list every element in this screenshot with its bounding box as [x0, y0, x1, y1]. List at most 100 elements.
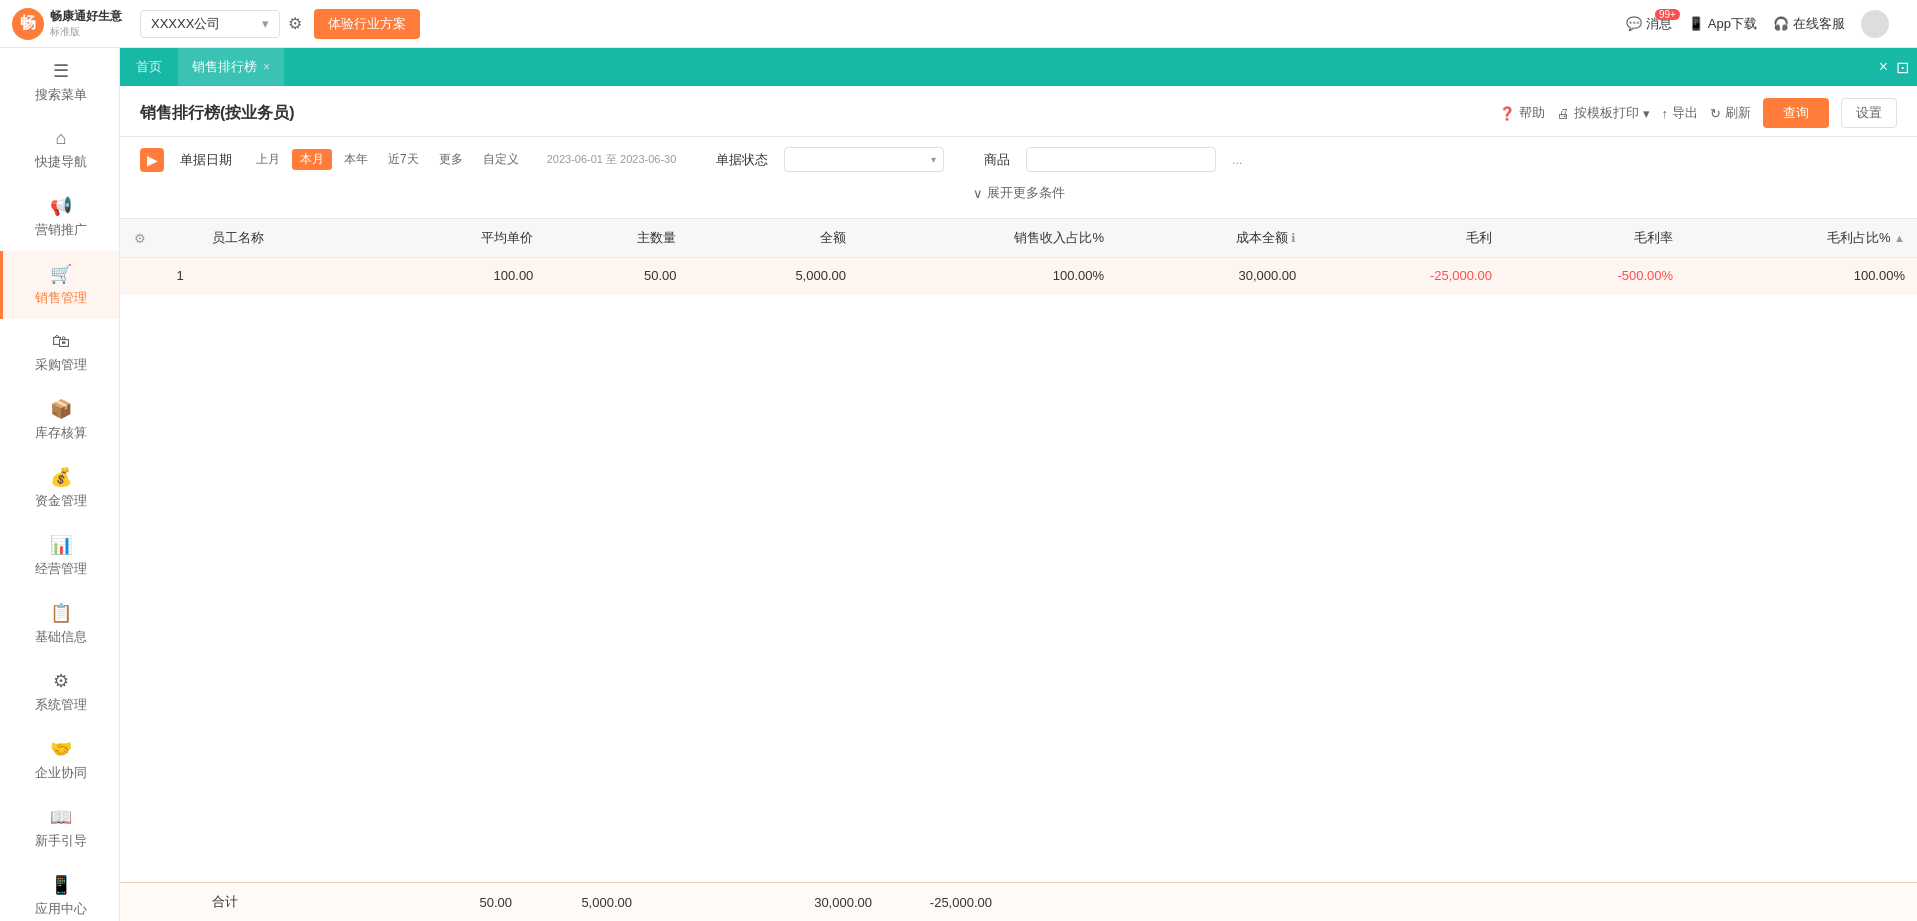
filter-toggle-button[interactable]: ▶	[140, 148, 164, 172]
sidebar-item-basics[interactable]: 📋 基础信息	[0, 590, 119, 658]
tab-label: 销售排行榜	[192, 58, 257, 76]
header-right: 💬 消息 99+ 📱 App下载 🎧 在线客服	[1626, 10, 1905, 38]
search-menu-icon: ☰	[53, 60, 69, 82]
sidebar-label-purchase: 采购管理	[35, 356, 87, 374]
sidebar-label-finance: 资金管理	[35, 492, 87, 510]
sidebar-item-system[interactable]: ⚙ 系统管理	[0, 658, 119, 726]
avatar[interactable]	[1861, 10, 1889, 38]
cell-cost: 30,000.00	[1116, 258, 1308, 294]
sidebar-item-operations[interactable]: 📊 经营管理	[0, 522, 119, 590]
expand-icon: ∨	[973, 186, 983, 201]
col-amount: 全额	[688, 219, 858, 258]
main-layout: ☰ 搜索菜单 ⌂ 快捷导航 📢 营销推广 🛒 销售管理 🛍 采购管理 📦 库存核…	[0, 48, 1917, 921]
print-icon: 🖨	[1557, 106, 1570, 121]
cell-settings	[120, 258, 160, 294]
help-icon: ❓	[1499, 106, 1515, 121]
settings-button[interactable]: 设置	[1841, 98, 1897, 128]
sidebar: ☰ 搜索菜单 ⌂ 快捷导航 📢 营销推广 🛒 销售管理 🛍 采购管理 📦 库存核…	[0, 48, 120, 921]
query-button[interactable]: 查询	[1763, 98, 1829, 128]
goods-more-link[interactable]: ...	[1232, 153, 1242, 167]
sidebar-label-inventory: 库存核算	[35, 424, 87, 442]
date-tabs: 上月 本月 本年 近7天 更多 自定义	[248, 149, 527, 170]
table-footer: 合计 50.00 5,000.00 30,000.00 -25,000.00	[120, 882, 1917, 921]
date-tab-last-month[interactable]: 上月	[248, 149, 288, 170]
table-wrapper: ⚙ 员工名称 平均单价 主数量 全额 销售收入占比% 成本全额 ℹ 毛利 毛利率…	[120, 219, 1917, 882]
expand-row: ∨ 展开更多条件	[140, 172, 1897, 208]
sidebar-label-operations: 经营管理	[35, 560, 87, 578]
sidebar-label-appstore: 应用中心	[35, 900, 87, 918]
date-tab-this-year[interactable]: 本年	[336, 149, 376, 170]
support-label: 在线客服	[1793, 15, 1845, 33]
date-filter-label: 单据日期	[180, 151, 232, 169]
page-title: 销售排行榜(按业务员)	[140, 103, 295, 124]
sidebar-item-marketing[interactable]: 📢 营销推广	[0, 183, 119, 251]
content-area: 首页 销售排行榜 × × ⊡ 销售排行榜(按业务员) ❓ 帮助	[120, 48, 1917, 921]
help-button[interactable]: ❓ 帮助	[1499, 104, 1545, 122]
status-filter-label: 单据状态	[716, 151, 768, 169]
col-rank	[160, 219, 200, 258]
col-sales-pct: 销售收入占比%	[858, 219, 1116, 258]
sidebar-item-sales[interactable]: 🛒 销售管理	[0, 251, 119, 319]
sidebar-label-guide: 新手引导	[35, 832, 87, 850]
headset-icon: 🎧	[1773, 16, 1789, 31]
export-icon: ↑	[1662, 106, 1669, 121]
gross-pct-icon[interactable]: ▲	[1894, 232, 1905, 244]
tab-bar: 首页 销售排行榜 × × ⊡	[120, 48, 1917, 86]
sidebar-item-purchase[interactable]: 🛍 采购管理	[0, 319, 119, 386]
footer-quantity: 50.00	[432, 895, 512, 910]
date-tab-custom[interactable]: 自定义	[475, 149, 527, 170]
cost-info-icon[interactable]: ℹ	[1291, 231, 1296, 245]
tab-close-window-icon[interactable]: ×	[1879, 58, 1888, 76]
col-gross-rate: 毛利率	[1504, 219, 1685, 258]
company-name: XXXXX公司	[151, 15, 256, 33]
expand-conditions-button[interactable]: ∨ 展开更多条件	[973, 178, 1065, 208]
page-header-actions: ❓ 帮助 🖨 按模板打印 ▾ ↑ 导出 ↻ 刷新	[1499, 98, 1898, 128]
message-badge: 99+	[1655, 9, 1680, 20]
sidebar-item-appstore[interactable]: 📱 应用中心	[0, 862, 119, 921]
tab-close-icon[interactable]: ×	[263, 60, 270, 74]
status-select[interactable]	[784, 147, 944, 172]
collab-icon: 🤝	[50, 738, 72, 760]
footer-label: 合计	[212, 893, 332, 911]
sidebar-item-collab[interactable]: 🤝 企业协同	[0, 726, 119, 794]
col-settings[interactable]: ⚙	[120, 219, 160, 258]
sidebar-item-guide[interactable]: 📖 新手引导	[0, 794, 119, 862]
sidebar-item-search[interactable]: ☰ 搜索菜单	[0, 48, 119, 116]
logo-text: 畅康通好生意 标准版	[50, 8, 122, 39]
tab-home[interactable]: 首页	[120, 48, 178, 86]
ranking-table: ⚙ 员工名称 平均单价 主数量 全额 销售收入占比% 成本全额 ℹ 毛利 毛利率…	[120, 219, 1917, 294]
cell-gross-profit: -25,000.00	[1308, 258, 1504, 294]
company-selector[interactable]: XXXXX公司 ▾	[140, 10, 280, 38]
tab-sales-ranking[interactable]: 销售排行榜 ×	[178, 48, 284, 86]
logo-line2: 标准版	[50, 25, 122, 39]
basics-icon: 📋	[50, 602, 72, 624]
message-button[interactable]: 💬 消息 99+	[1626, 15, 1672, 33]
sidebar-label-collab: 企业协同	[35, 764, 87, 782]
date-tab-more[interactable]: 更多	[431, 149, 471, 170]
export-button[interactable]: ↑ 导出	[1662, 104, 1699, 122]
cell-avg-price: 100.00	[373, 258, 546, 294]
sidebar-item-quick-nav[interactable]: ⌂ 快捷导航	[0, 116, 119, 183]
trial-button[interactable]: 体验行业方案	[314, 9, 420, 39]
refresh-icon: ↻	[1710, 106, 1721, 121]
refresh-button[interactable]: ↻ 刷新	[1710, 104, 1751, 122]
app-download-button[interactable]: 📱 App下载	[1688, 15, 1757, 33]
app-icon: 📱	[1688, 16, 1704, 31]
goods-input[interactable]	[1026, 147, 1216, 172]
date-tab-7days[interactable]: 近7天	[380, 149, 427, 170]
top-header: 畅 畅康通好生意 标准版 XXXXX公司 ▾ ⚙ 体验行业方案 💬 消息 99+…	[0, 0, 1917, 48]
sidebar-item-inventory[interactable]: 📦 库存核算	[0, 386, 119, 454]
template-print-button[interactable]: 🖨 按模板打印 ▾	[1557, 104, 1650, 122]
logo-area: 畅 畅康通好生意 标准版	[12, 8, 132, 40]
support-button[interactable]: 🎧 在线客服	[1773, 15, 1845, 33]
cell-employee	[200, 258, 373, 294]
sales-icon: 🛒	[50, 263, 72, 285]
settings-icon[interactable]: ⚙	[288, 14, 302, 33]
date-tab-this-month[interactable]: 本月	[292, 149, 332, 170]
inventory-icon: 📦	[50, 398, 72, 420]
tab-maximize-icon[interactable]: ⊡	[1896, 58, 1909, 77]
appstore-icon: 📱	[50, 874, 72, 896]
operations-icon: 📊	[50, 534, 72, 556]
sidebar-label-quick-nav: 快捷导航	[35, 153, 87, 171]
sidebar-item-finance[interactable]: 💰 资金管理	[0, 454, 119, 522]
